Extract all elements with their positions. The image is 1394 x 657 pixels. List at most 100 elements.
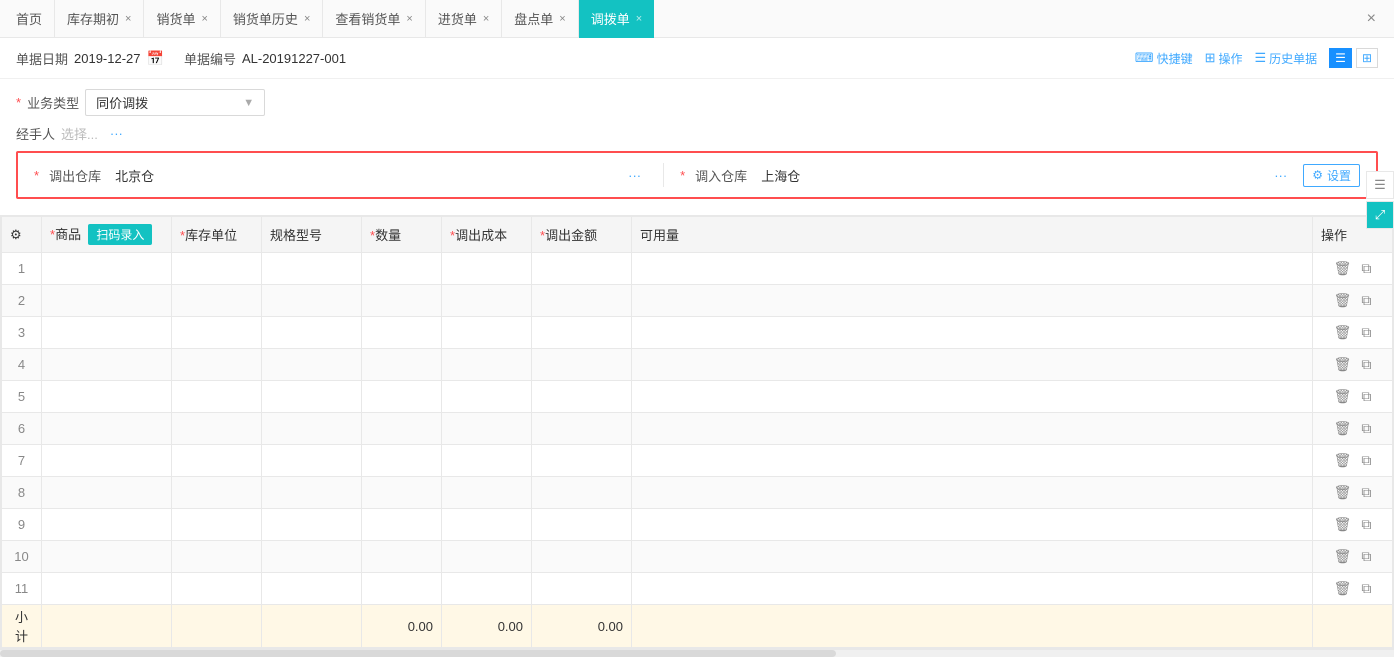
warehouse-in-more-button[interactable]: ···	[1268, 168, 1293, 183]
row-goods-cell[interactable]	[42, 573, 172, 605]
row-unit-cell[interactable]	[172, 349, 262, 381]
row-goods-cell[interactable]	[42, 541, 172, 573]
row-avail-cell[interactable]	[632, 413, 1313, 445]
row-amount-cell[interactable]	[532, 413, 632, 445]
copy-row-button[interactable]: ⧉	[1359, 482, 1373, 503]
row-avail-cell[interactable]	[632, 349, 1313, 381]
row-amount-cell[interactable]	[532, 573, 632, 605]
row-goods-cell[interactable]	[42, 413, 172, 445]
row-spec-cell[interactable]	[262, 349, 362, 381]
tab-close-inventory-init[interactable]: ×	[125, 13, 131, 25]
row-spec-cell[interactable]	[262, 381, 362, 413]
tab-transfer[interactable]: 调拨单 ×	[579, 0, 654, 38]
copy-row-button[interactable]: ⧉	[1359, 386, 1373, 407]
row-qty-cell[interactable]	[362, 509, 442, 541]
tab-view-sales[interactable]: 查看销货单 ×	[323, 0, 425, 38]
delete-row-button[interactable]: 🗑	[1332, 354, 1354, 375]
list-view-button[interactable]: ☰	[1329, 48, 1352, 68]
row-cost-cell[interactable]	[442, 413, 532, 445]
row-qty-cell[interactable]	[362, 573, 442, 605]
row-goods-cell[interactable]	[42, 381, 172, 413]
row-unit-cell[interactable]	[172, 573, 262, 605]
copy-row-button[interactable]: ⧉	[1359, 354, 1373, 375]
row-goods-cell[interactable]	[42, 285, 172, 317]
row-amount-cell[interactable]	[532, 317, 632, 349]
row-spec-cell[interactable]	[262, 541, 362, 573]
copy-row-button[interactable]: ⧉	[1359, 514, 1373, 535]
operations-button[interactable]: ⊞ 操作	[1205, 50, 1243, 67]
row-amount-cell[interactable]	[532, 509, 632, 541]
row-cost-cell[interactable]	[442, 317, 532, 349]
delete-row-button[interactable]: 🗑	[1332, 450, 1354, 471]
row-unit-cell[interactable]	[172, 445, 262, 477]
copy-row-button[interactable]: ⧉	[1359, 546, 1373, 567]
row-avail-cell[interactable]	[632, 509, 1313, 541]
row-unit-cell[interactable]	[172, 381, 262, 413]
tab-sales-order[interactable]: 销货单 ×	[144, 0, 220, 38]
row-qty-cell[interactable]	[362, 349, 442, 381]
row-cost-cell[interactable]	[442, 477, 532, 509]
row-unit-cell[interactable]	[172, 253, 262, 285]
agent-input[interactable]: 选择...	[61, 124, 98, 143]
tab-inventory-check[interactable]: 盘点单 ×	[502, 0, 578, 38]
row-qty-cell[interactable]	[362, 541, 442, 573]
row-spec-cell[interactable]	[262, 253, 362, 285]
row-avail-cell[interactable]	[632, 477, 1313, 509]
window-close-button[interactable]: ×	[1357, 10, 1386, 28]
grid-view-button[interactable]: ⊞	[1356, 48, 1378, 68]
row-cost-cell[interactable]	[442, 253, 532, 285]
row-cost-cell[interactable]	[442, 349, 532, 381]
copy-row-button[interactable]: ⧉	[1359, 578, 1373, 599]
copy-row-button[interactable]: ⧉	[1359, 450, 1373, 471]
copy-row-button[interactable]: ⧉	[1359, 290, 1373, 311]
row-qty-cell[interactable]	[362, 285, 442, 317]
row-cost-cell[interactable]	[442, 509, 532, 541]
shortcuts-button[interactable]: ⌨ 快捷键	[1135, 50, 1193, 67]
row-avail-cell[interactable]	[632, 381, 1313, 413]
scan-button[interactable]: 扫码录入	[88, 224, 152, 245]
copy-row-button[interactable]: ⧉	[1359, 322, 1373, 343]
delete-row-button[interactable]: 🗑	[1332, 386, 1354, 407]
scrollbar[interactable]	[0, 649, 1394, 657]
settings-button[interactable]: ⚙ 设置	[1303, 164, 1360, 187]
delete-row-button[interactable]: 🗑	[1332, 482, 1354, 503]
row-cost-cell[interactable]	[442, 573, 532, 605]
row-unit-cell[interactable]	[172, 541, 262, 573]
col-settings[interactable]: ⚙	[2, 217, 42, 253]
row-spec-cell[interactable]	[262, 285, 362, 317]
row-goods-cell[interactable]	[42, 317, 172, 349]
row-cost-cell[interactable]	[442, 541, 532, 573]
right-panel-list-btn[interactable]: ☰	[1366, 171, 1394, 199]
delete-row-button[interactable]: 🗑	[1332, 418, 1354, 439]
row-goods-cell[interactable]	[42, 509, 172, 541]
tab-close-view-sales[interactable]: ×	[406, 13, 412, 25]
row-spec-cell[interactable]	[262, 573, 362, 605]
row-avail-cell[interactable]	[632, 445, 1313, 477]
row-unit-cell[interactable]	[172, 413, 262, 445]
row-avail-cell[interactable]	[632, 541, 1313, 573]
row-goods-cell[interactable]	[42, 349, 172, 381]
tab-home[interactable]: 首页	[8, 0, 55, 38]
tab-close-transfer[interactable]: ×	[636, 13, 642, 25]
row-qty-cell[interactable]	[362, 253, 442, 285]
right-panel-expand-btn[interactable]: ⤢	[1366, 201, 1394, 229]
row-qty-cell[interactable]	[362, 445, 442, 477]
table-gear-icon[interactable]: ⚙	[10, 227, 22, 242]
row-avail-cell[interactable]	[632, 317, 1313, 349]
row-goods-cell[interactable]	[42, 477, 172, 509]
tab-sales-history[interactable]: 销货单历史 ×	[221, 0, 323, 38]
row-cost-cell[interactable]	[442, 445, 532, 477]
row-cost-cell[interactable]	[442, 285, 532, 317]
row-amount-cell[interactable]	[532, 349, 632, 381]
row-unit-cell[interactable]	[172, 509, 262, 541]
delete-row-button[interactable]: 🗑	[1332, 290, 1354, 311]
tab-purchase[interactable]: 进货单 ×	[426, 0, 502, 38]
row-spec-cell[interactable]	[262, 509, 362, 541]
row-amount-cell[interactable]	[532, 253, 632, 285]
row-unit-cell[interactable]	[172, 285, 262, 317]
history-button[interactable]: ☰ 历史单据	[1255, 50, 1318, 67]
row-qty-cell[interactable]	[362, 381, 442, 413]
row-avail-cell[interactable]	[632, 253, 1313, 285]
tab-close-sales-order[interactable]: ×	[201, 13, 207, 25]
row-spec-cell[interactable]	[262, 477, 362, 509]
